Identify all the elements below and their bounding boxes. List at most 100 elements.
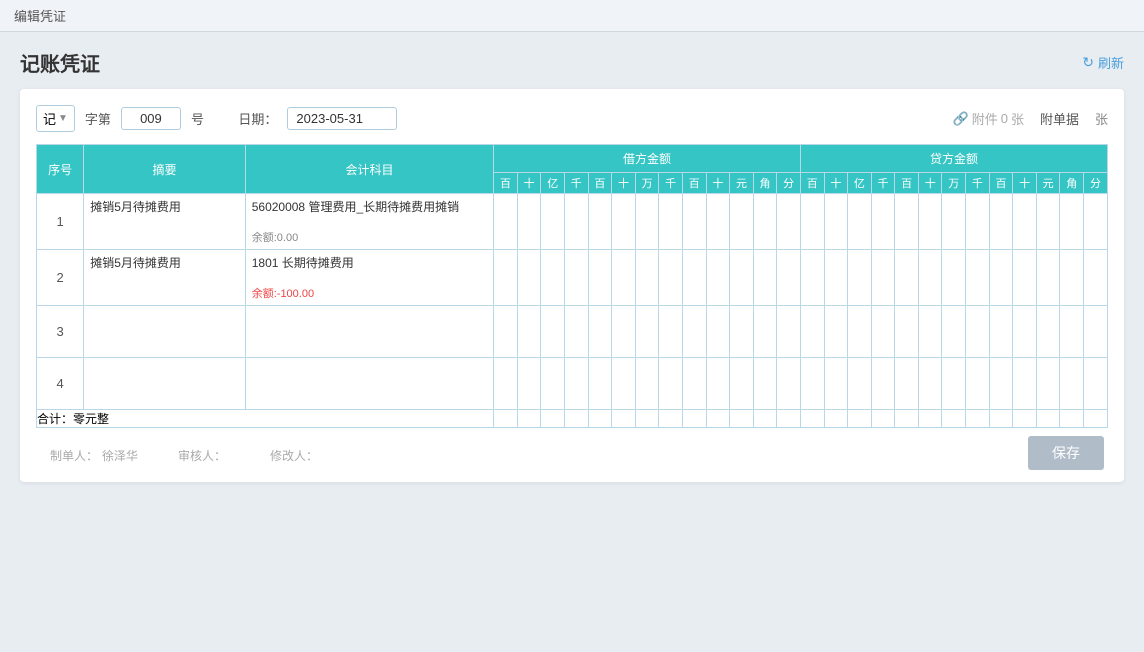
- row2-d1[interactable]: [494, 250, 518, 306]
- row3-d8[interactable]: [659, 306, 683, 358]
- row4-d6[interactable]: [612, 358, 636, 410]
- row3-c2[interactable]: [824, 306, 848, 358]
- row4-d11[interactable]: [730, 358, 754, 410]
- row2-d5[interactable]: [588, 250, 612, 306]
- row2-c2[interactable]: [824, 250, 848, 306]
- table-row[interactable]: 2 摊销5月待摊费用 1801 长期待摊费用 余额:-100.00: [37, 250, 1108, 306]
- row1-d3[interactable]: [541, 194, 565, 250]
- row4-account[interactable]: [245, 358, 493, 410]
- row2-c13[interactable]: [1084, 250, 1108, 306]
- row2-account[interactable]: 1801 长期待摊费用 余额:-100.00: [245, 250, 493, 306]
- table-row[interactable]: 1 摊销5月待摊费用 56020008 管理费用_长期待摊费用摊销 余额:0.0…: [37, 194, 1108, 250]
- row1-c6[interactable]: [918, 194, 942, 250]
- row2-d2[interactable]: [517, 250, 541, 306]
- row4-c10[interactable]: [1013, 358, 1037, 410]
- row4-d4[interactable]: [564, 358, 588, 410]
- voucher-number-input[interactable]: [121, 107, 181, 130]
- row4-d5[interactable]: [588, 358, 612, 410]
- row3-d13[interactable]: [777, 306, 801, 358]
- row3-d7[interactable]: [635, 306, 659, 358]
- row2-d10[interactable]: [706, 250, 730, 306]
- row3-d5[interactable]: [588, 306, 612, 358]
- voucher-type-select[interactable]: 记 ▼: [36, 105, 75, 132]
- row3-c5[interactable]: [895, 306, 919, 358]
- row1-d6[interactable]: [612, 194, 636, 250]
- row3-c10[interactable]: [1013, 306, 1037, 358]
- row4-d2[interactable]: [517, 358, 541, 410]
- row3-c11[interactable]: [1036, 306, 1060, 358]
- row2-c12[interactable]: [1060, 250, 1084, 306]
- row1-d10[interactable]: [706, 194, 730, 250]
- row4-d10[interactable]: [706, 358, 730, 410]
- row2-c8[interactable]: [966, 250, 990, 306]
- row1-c1[interactable]: [800, 194, 824, 250]
- row2-c5[interactable]: [895, 250, 919, 306]
- row2-d7[interactable]: [635, 250, 659, 306]
- row4-c13[interactable]: [1084, 358, 1108, 410]
- row1-d9[interactable]: [682, 194, 706, 250]
- row4-c9[interactable]: [989, 358, 1013, 410]
- row4-summary[interactable]: [84, 358, 246, 410]
- row1-d4[interactable]: [564, 194, 588, 250]
- row1-d11[interactable]: [730, 194, 754, 250]
- row3-d3[interactable]: [541, 306, 565, 358]
- row3-c3[interactable]: [848, 306, 872, 358]
- row1-c10[interactable]: [1013, 194, 1037, 250]
- row3-d1[interactable]: [494, 306, 518, 358]
- row1-c7[interactable]: [942, 194, 966, 250]
- row4-d1[interactable]: [494, 358, 518, 410]
- attachment-link[interactable]: 🔗 附件 0 张: [953, 109, 1024, 128]
- row4-c3[interactable]: [848, 358, 872, 410]
- row1-c11[interactable]: [1036, 194, 1060, 250]
- row2-d13[interactable]: [777, 250, 801, 306]
- row3-c8[interactable]: [966, 306, 990, 358]
- row2-d4[interactable]: [564, 250, 588, 306]
- table-row[interactable]: 4: [37, 358, 1108, 410]
- row2-d6[interactable]: [612, 250, 636, 306]
- row1-summary[interactable]: 摊销5月待摊费用: [84, 194, 246, 250]
- row3-summary[interactable]: [84, 306, 246, 358]
- row2-c7[interactable]: [942, 250, 966, 306]
- row1-c9[interactable]: [989, 194, 1013, 250]
- save-button[interactable]: 保存: [1028, 436, 1104, 470]
- row4-d7[interactable]: [635, 358, 659, 410]
- row2-d9[interactable]: [682, 250, 706, 306]
- row3-d12[interactable]: [753, 306, 777, 358]
- row2-c4[interactable]: [871, 250, 895, 306]
- row3-c13[interactable]: [1084, 306, 1108, 358]
- row2-c1[interactable]: [800, 250, 824, 306]
- row2-c6[interactable]: [918, 250, 942, 306]
- row4-d13[interactable]: [777, 358, 801, 410]
- row1-c5[interactable]: [895, 194, 919, 250]
- row4-c4[interactable]: [871, 358, 895, 410]
- row1-c12[interactable]: [1060, 194, 1084, 250]
- refresh-button[interactable]: ↻ 刷新: [1082, 53, 1124, 72]
- row1-c8[interactable]: [966, 194, 990, 250]
- row4-c7[interactable]: [942, 358, 966, 410]
- row1-d7[interactable]: [635, 194, 659, 250]
- row4-c8[interactable]: [966, 358, 990, 410]
- attach-single-button[interactable]: 附单据: [1040, 109, 1079, 128]
- row1-d8[interactable]: [659, 194, 683, 250]
- row2-summary[interactable]: 摊销5月待摊费用: [84, 250, 246, 306]
- row2-c10[interactable]: [1013, 250, 1037, 306]
- row3-d10[interactable]: [706, 306, 730, 358]
- row2-d11[interactable]: [730, 250, 754, 306]
- row4-c1[interactable]: [800, 358, 824, 410]
- row2-c11[interactable]: [1036, 250, 1060, 306]
- row1-c13[interactable]: [1084, 194, 1108, 250]
- row4-c2[interactable]: [824, 358, 848, 410]
- row1-d13[interactable]: [777, 194, 801, 250]
- row1-c3[interactable]: [848, 194, 872, 250]
- row1-d12[interactable]: [753, 194, 777, 250]
- row3-c1[interactable]: [800, 306, 824, 358]
- row4-c12[interactable]: [1060, 358, 1084, 410]
- row2-d12[interactable]: [753, 250, 777, 306]
- row1-d1[interactable]: [494, 194, 518, 250]
- row3-d11[interactable]: [730, 306, 754, 358]
- row3-c12[interactable]: [1060, 306, 1084, 358]
- row4-d9[interactable]: [682, 358, 706, 410]
- row3-c4[interactable]: [871, 306, 895, 358]
- row4-d8[interactable]: [659, 358, 683, 410]
- row1-account[interactable]: 56020008 管理费用_长期待摊费用摊销 余额:0.00: [245, 194, 493, 250]
